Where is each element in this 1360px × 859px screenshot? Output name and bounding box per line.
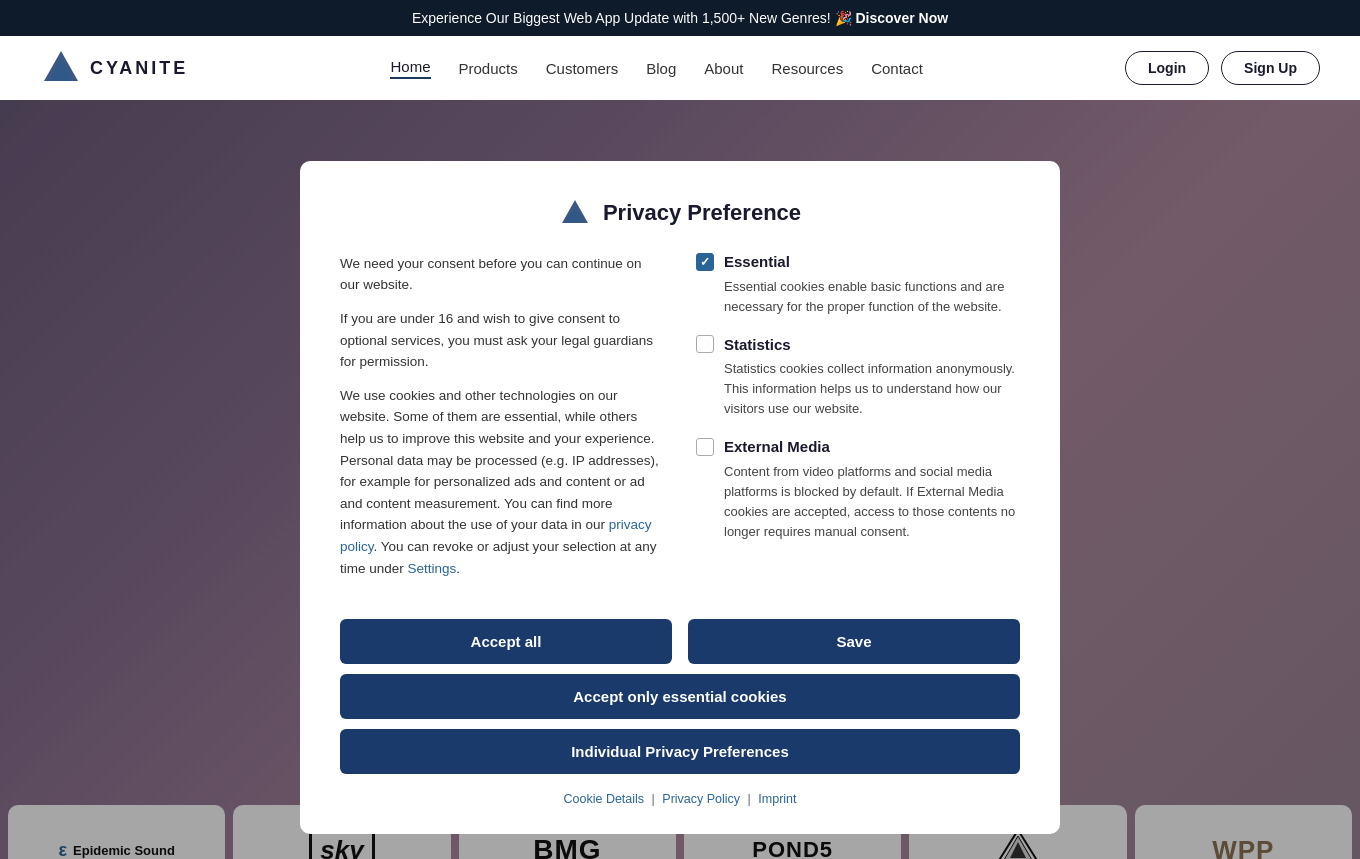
essential-desc: Essential cookies enable basic functions… <box>696 277 1020 317</box>
banner-text: Experience Our Biggest Web App Update wi… <box>412 10 852 26</box>
modal-para-3: We use cookies and other technologies on… <box>340 385 664 579</box>
external-media-header: External Media <box>696 438 1020 456</box>
nav-about[interactable]: About <box>704 60 743 77</box>
modal-footer: Cookie Details | Privacy Policy | Imprin… <box>340 792 1020 806</box>
statistics-header: Statistics <box>696 335 1020 353</box>
main-nav: Home Products Customers Blog About Resou… <box>390 58 922 79</box>
privacy-policy-link[interactable]: privacy policy <box>340 517 651 554</box>
modal-description: We need your consent before you can cont… <box>340 253 664 591</box>
nav-contact[interactable]: Contact <box>871 60 923 77</box>
external-media-label: External Media <box>724 438 830 455</box>
modal-options: Essential Essential cookies enable basic… <box>696 253 1020 591</box>
cookie-option-external-media: External Media Content from video platfo… <box>696 438 1020 543</box>
statistics-label: Statistics <box>724 336 791 353</box>
login-button[interactable]: Login <box>1125 51 1209 85</box>
statistics-checkbox[interactable] <box>696 335 714 353</box>
modal-para-1: We need your consent before you can cont… <box>340 253 664 296</box>
nav-products[interactable]: Products <box>459 60 518 77</box>
accept-all-button[interactable]: Accept all <box>340 619 672 664</box>
nav-resources[interactable]: Resources <box>771 60 843 77</box>
essential-checkbox[interactable] <box>696 253 714 271</box>
individual-privacy-button[interactable]: Individual Privacy Preferences <box>340 729 1020 774</box>
privacy-modal: Privacy Preference We need your consent … <box>300 161 1060 834</box>
top-banner: Experience Our Biggest Web App Update wi… <box>0 0 1360 36</box>
nav-blog[interactable]: Blog <box>646 60 676 77</box>
nav-customers[interactable]: Customers <box>546 60 619 77</box>
modal-overlay: Privacy Preference We need your consent … <box>0 100 1360 859</box>
logo-icon <box>40 47 82 89</box>
statistics-desc: Statistics cookies collect information a… <box>696 359 1020 419</box>
cookie-option-essential: Essential Essential cookies enable basic… <box>696 253 1020 317</box>
external-media-desc: Content from video platforms and social … <box>696 462 1020 543</box>
modal-title: Privacy Preference <box>603 200 801 226</box>
signup-button[interactable]: Sign Up <box>1221 51 1320 85</box>
accept-essential-button[interactable]: Accept only essential cookies <box>340 674 1020 719</box>
save-button[interactable]: Save <box>688 619 1020 664</box>
imprint-link[interactable]: Imprint <box>758 792 796 806</box>
main-background: Privacy Preference We need your consent … <box>0 100 1360 859</box>
external-media-checkbox[interactable] <box>696 438 714 456</box>
cookie-details-link[interactable]: Cookie Details <box>564 792 645 806</box>
modal-header: Privacy Preference <box>340 197 1020 229</box>
essential-header: Essential <box>696 253 1020 271</box>
logo-text: CYANITE <box>90 58 188 79</box>
banner-link[interactable]: Discover Now <box>856 10 949 26</box>
modal-para-2: If you are under 16 and wish to give con… <box>340 308 664 373</box>
cookie-option-statistics: Statistics Statistics cookies collect in… <box>696 335 1020 419</box>
nav-home[interactable]: Home <box>390 58 430 79</box>
logo: CYANITE <box>40 47 188 89</box>
header: CYANITE Home Products Customers Blog Abo… <box>0 36 1360 100</box>
modal-logo-icon <box>559 197 591 229</box>
settings-link[interactable]: Settings <box>408 561 457 576</box>
privacy-policy-footer-link[interactable]: Privacy Policy <box>662 792 740 806</box>
modal-primary-buttons: Accept all Save <box>340 619 1020 664</box>
modal-body: We need your consent before you can cont… <box>340 253 1020 591</box>
essential-label: Essential <box>724 253 790 270</box>
header-buttons: Login Sign Up <box>1125 51 1320 85</box>
